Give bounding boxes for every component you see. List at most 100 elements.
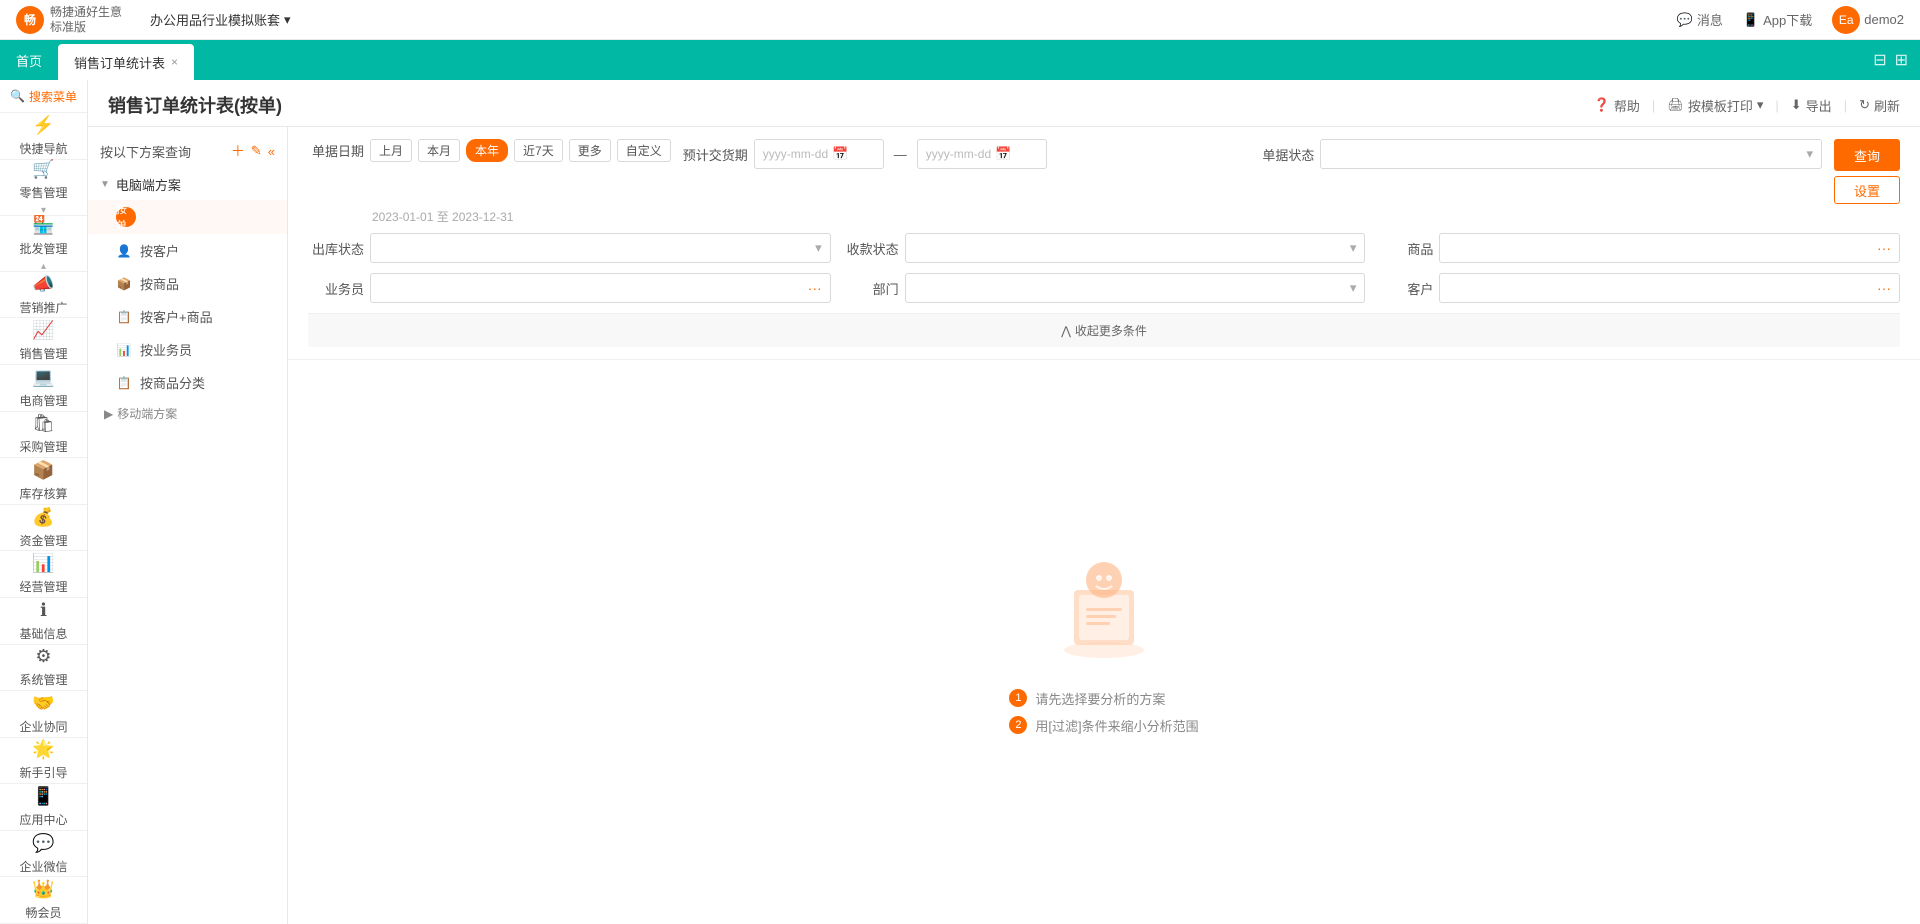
empty-illustration — [1044, 550, 1164, 673]
scheme-desktop-header[interactable]: ▼ 电脑端方案 — [88, 169, 287, 200]
sidebar-item-enterprise[interactable]: 🤝 企业协同 — [0, 691, 87, 738]
sidebar-item-system[interactable]: ⚙ 系统管理 — [0, 645, 87, 692]
sidebar-item-inventory[interactable]: 📦 库存核算 — [0, 458, 87, 505]
logo-area: 畅 畅捷通好生意 标准版 — [16, 5, 122, 34]
add-scheme-icon[interactable]: ＋ — [231, 141, 245, 161]
sidebar-item-ecommerce[interactable]: 💻 电商管理 — [0, 365, 87, 412]
company-selector[interactable]: 办公用品行业模拟账套 ▾ — [150, 10, 291, 29]
delivery-status-group: 出库状态 ▾ — [308, 233, 831, 263]
goods-input[interactable]: ··· — [1439, 233, 1900, 263]
top-bar-right: 💬 消息 📱 App下载 Ea demo2 — [1677, 6, 1904, 34]
date-label: 单据日期 — [308, 141, 364, 160]
tab-home[interactable]: 首页 — [0, 40, 58, 80]
date-btn-this-year[interactable]: 本年 — [466, 139, 508, 162]
customer-more-icon[interactable]: ··· — [1877, 280, 1891, 296]
edit-scheme-icon[interactable]: ✎ — [251, 143, 262, 159]
scheme-item-by-order[interactable]: 按单 — [88, 200, 287, 234]
expected-date-end[interactable]: yyyy-mm-dd 📅 — [917, 139, 1047, 169]
date-range-display: 2023-01-01 至 2023-12-31 — [372, 208, 1900, 225]
empty-state: 1 请先选择要分析的方案 2 用[过滤]条件来缩小分析范围 — [288, 360, 1920, 924]
filter-section: 单据日期 上月 本月 本年 近7天 更多 自定义 — [288, 127, 1920, 360]
app-download-button[interactable]: 📱 App下载 — [1743, 10, 1812, 29]
sidebar-item-sales[interactable]: 📈 销售管理 — [0, 318, 87, 365]
content-area: 销售订单统计表(按单) ❓ 帮助 | 🖨 按模板打印 ▾ | ⬇ 导出 | — [88, 80, 1920, 924]
sidebar-item-newbie[interactable]: 🌟 新手引导 — [0, 738, 87, 785]
category-scheme-icon: 📋 — [116, 375, 132, 391]
sidebar-item-operation[interactable]: 📊 经营管理 — [0, 551, 87, 598]
payment-status-group: 收款状态 ▾ — [843, 233, 1366, 263]
minimize-icon[interactable]: ⊟ — [1873, 50, 1886, 70]
marketing-icon: 📣 — [32, 274, 54, 295]
tab-sales-order[interactable]: 销售订单统计表 × — [58, 44, 194, 80]
sidebar-item-marketing[interactable]: 📣 营销推广 — [0, 272, 87, 319]
date-btn-7days[interactable]: 近7天 — [514, 139, 563, 162]
delivery-status-select[interactable]: ▾ — [370, 233, 831, 263]
filter-row-1: 单据日期 上月 本月 本年 近7天 更多 自定义 — [308, 139, 1900, 204]
message-button[interactable]: 💬 消息 — [1677, 10, 1723, 29]
goods-more-icon[interactable]: ··· — [1877, 240, 1891, 256]
search-icon: 🔍 — [10, 89, 25, 103]
date-btn-custom[interactable]: 自定义 — [617, 139, 671, 162]
maximize-icon[interactable]: ⊞ — [1895, 50, 1908, 70]
expected-date-start[interactable]: yyyy-mm-dd 📅 — [754, 139, 884, 169]
print-dropdown-icon: ▾ — [1757, 97, 1764, 113]
settings-button[interactable]: 设置 — [1834, 176, 1900, 204]
sidebar-item-basic-info[interactable]: ℹ 基础信息 — [0, 598, 87, 645]
sidebar-item-retail[interactable]: 🛒 零售管理 ▾ — [0, 160, 87, 216]
department-select[interactable]: ▾ — [905, 273, 1366, 303]
tab-close-icon[interactable]: × — [171, 55, 178, 69]
sidebar-item-wechat[interactable]: 💬 企业微信 — [0, 831, 87, 878]
sidebar-item-wholesale[interactable]: 🏪 批发管理 ▴ — [0, 216, 87, 272]
customer-input[interactable]: ··· — [1439, 273, 1900, 303]
date-btn-more[interactable]: 更多 — [569, 139, 611, 162]
system-icon: ⚙ — [35, 646, 51, 667]
export-button[interactable]: ⬇ 导出 — [1791, 96, 1832, 115]
status-select-arrow: ▾ — [1806, 146, 1813, 162]
customer-scheme-icon: 👤 — [116, 243, 132, 259]
scheme-item-by-customer[interactable]: 👤 按客户 — [88, 234, 287, 267]
scheme-item-by-customer-goods[interactable]: 📋 按客户+商品 — [88, 300, 287, 333]
sidebar-item-quick-nav[interactable]: ⚡ 快捷导航 — [0, 113, 87, 160]
print-button[interactable]: 🖨 按模板打印 ▾ — [1667, 96, 1763, 115]
delivery-label: 出库状态 — [308, 239, 364, 258]
query-button[interactable]: 查询 — [1834, 139, 1900, 171]
scheme-item-by-goods[interactable]: 📦 按商品 — [88, 267, 287, 300]
sidebar-item-member[interactable]: 👑 畅会员 — [0, 877, 87, 924]
retail-icon: 🛒 — [32, 159, 54, 180]
calendar-icon: 📅 — [832, 146, 848, 162]
expected-date-label: 预计交货期 — [683, 145, 748, 164]
sidebar-item-app-center[interactable]: 📱 应用中心 — [0, 784, 87, 831]
status-group: 单据状态 ▾ — [1258, 139, 1822, 169]
collapse-scheme-icon[interactable]: « — [268, 144, 275, 159]
goods-scheme-icon: 📦 — [116, 276, 132, 292]
sidebar-item-finance[interactable]: 💰 资金管理 — [0, 505, 87, 552]
department-arrow: ▾ — [1350, 280, 1357, 296]
basic-info-icon: ℹ — [40, 600, 47, 621]
payment-status-select[interactable]: ▾ — [905, 233, 1366, 263]
salesperson-input[interactable]: ··· — [370, 273, 831, 303]
page-title: 销售订单统计表(按单) — [108, 92, 282, 118]
date-btn-last-month[interactable]: 上月 — [370, 139, 412, 162]
wechat-icon: 💬 — [32, 833, 54, 854]
delivery-arrow: ▾ — [815, 240, 822, 256]
collapse-button[interactable]: ⋀ 收起更多条件 — [308, 313, 1900, 347]
logo-icon: 畅 — [16, 6, 44, 34]
status-select[interactable]: ▾ — [1320, 139, 1822, 169]
refresh-button[interactable]: ↻ 刷新 — [1859, 96, 1900, 115]
date-btn-this-month[interactable]: 本月 — [418, 139, 460, 162]
scheme-item-by-category[interactable]: 📋 按商品分类 — [88, 366, 287, 399]
salesperson-more-icon[interactable]: ··· — [808, 280, 822, 296]
sales-icon: 📈 — [32, 320, 54, 341]
sidebar-item-purchase[interactable]: 🛍 采购管理 — [0, 412, 87, 459]
filter-row-2: 出库状态 ▾ 收款状态 ▾ — [308, 233, 1900, 263]
query-btn-group: 查询 设置 — [1834, 139, 1900, 204]
department-group: 部门 ▾ — [843, 273, 1366, 303]
search-menu-button[interactable]: 🔍 搜索菜单 — [0, 80, 87, 113]
scheme-item-by-salesperson[interactable]: 📊 按业务员 — [88, 333, 287, 366]
customer-goods-scheme-icon: 📋 — [116, 309, 132, 325]
help-button[interactable]: ❓ 帮助 — [1594, 96, 1640, 115]
scheme-mobile-header[interactable]: ▶ 移动端方案 — [88, 399, 287, 428]
right-content: 单据日期 上月 本月 本年 近7天 更多 自定义 — [288, 127, 1920, 924]
user-menu[interactable]: Ea demo2 — [1832, 6, 1904, 34]
app-center-icon: 📱 — [32, 786, 54, 807]
